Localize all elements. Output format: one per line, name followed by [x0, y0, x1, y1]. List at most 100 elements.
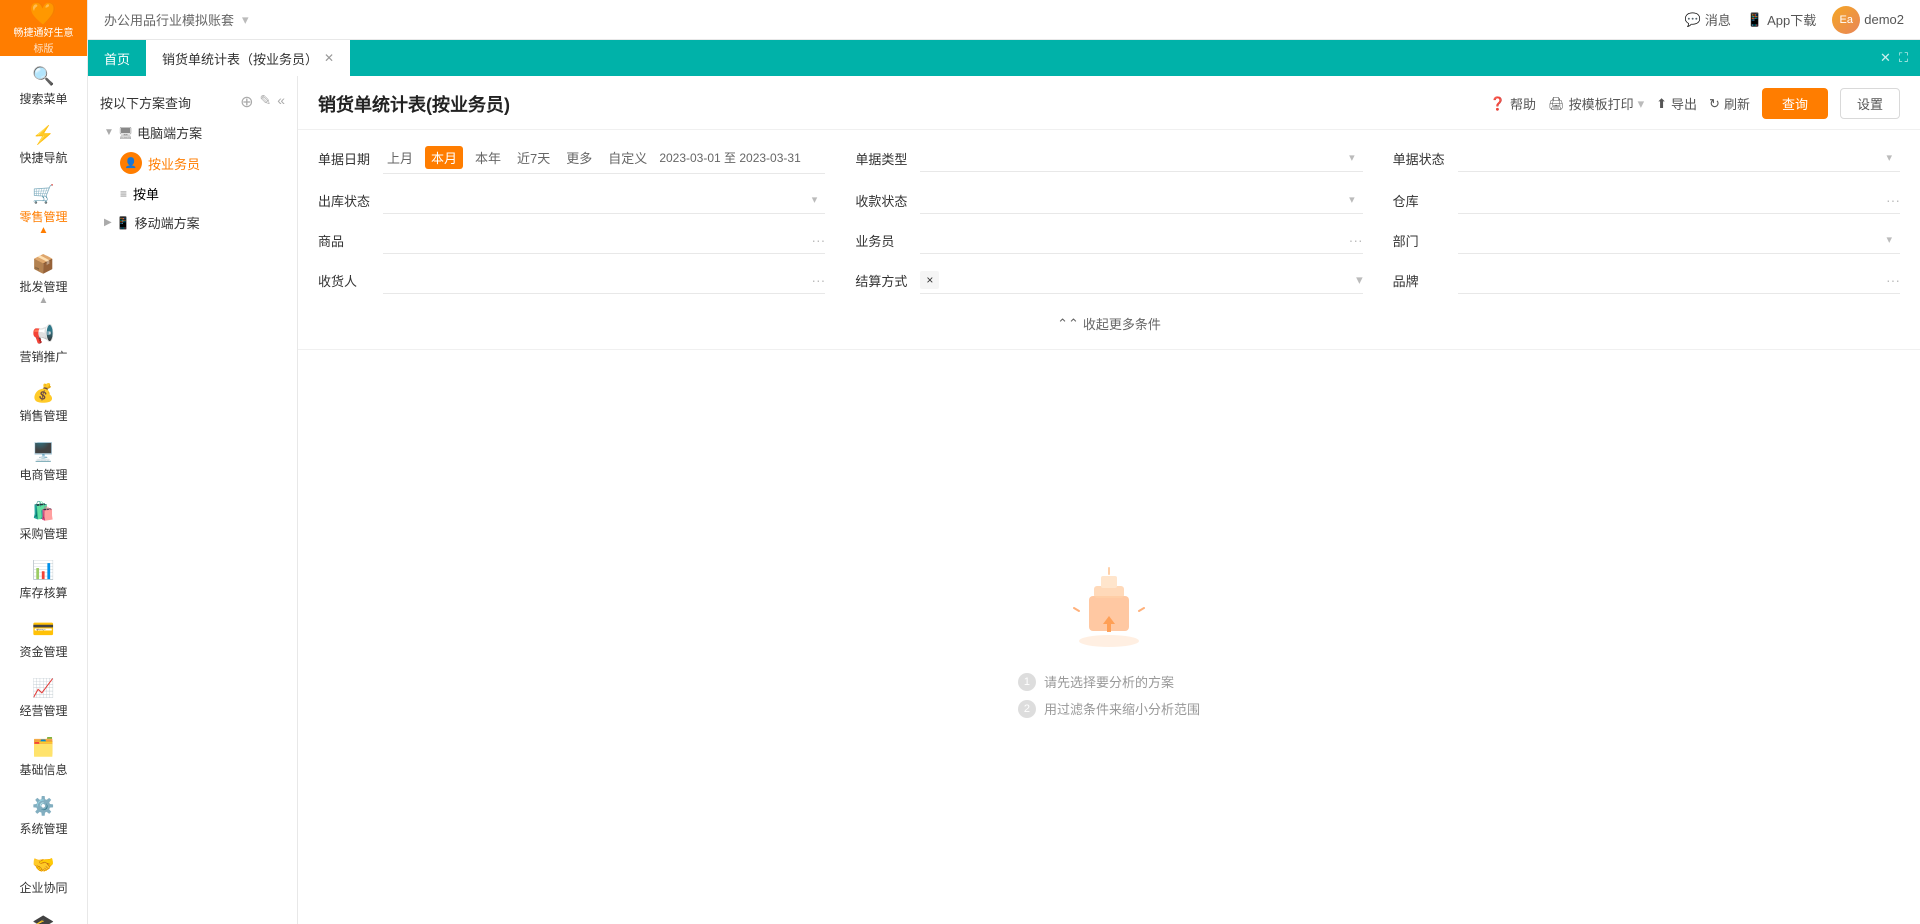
header-left: 办公用品行业模拟账套 ▾: [104, 10, 249, 29]
date-tab-last-month[interactable]: 上月: [383, 146, 417, 169]
export-label: 导出: [1671, 94, 1697, 113]
sidebar-item-marketing-label: 营销推广: [19, 348, 67, 365]
sidebar-item-marketing[interactable]: 📢 营销推广: [0, 314, 87, 373]
refresh-icon: ↻: [1709, 96, 1720, 112]
logo-subtext: 标版: [34, 40, 54, 55]
sidebar-item-purchase-label: 采购管理: [19, 525, 67, 542]
help-btn[interactable]: ❓ 帮助: [1490, 94, 1536, 113]
tab-close-btn[interactable]: ✕: [324, 51, 334, 65]
tree-mobile-section[interactable]: ▶ 📱 移动端方案: [88, 208, 297, 237]
sidebar-item-finance[interactable]: 💳 资金管理: [0, 609, 87, 668]
page-header: 销货单统计表(按业务员) ❓ 帮助 🖨 按模板打印 ▾ ⬆ 导出: [298, 76, 1920, 130]
collapse-filters-btn[interactable]: ⌃⌃ 收起更多条件: [318, 306, 1900, 337]
receiptstatus-control[interactable]: ▾: [920, 186, 1362, 214]
doctype-control[interactable]: ▾: [920, 144, 1362, 172]
sidebar-item-retail[interactable]: 🛒 零售管理 ▲: [0, 174, 87, 244]
sidebar-item-newbie[interactable]: 🎓 新手引导: [0, 904, 87, 924]
date-tab-custom[interactable]: 自定义: [604, 146, 651, 169]
date-tab-more[interactable]: 更多: [562, 146, 596, 169]
app-download-btn[interactable]: 📱 App下载: [1747, 10, 1816, 29]
date-tab-this-month[interactable]: 本月: [425, 146, 463, 169]
tree-pc-section[interactable]: ▼ 🖥 电脑端方案: [88, 118, 297, 147]
sidebar-logo: 🧡 畅捷通好生意 标版: [0, 0, 88, 56]
settings-button[interactable]: 设置: [1840, 88, 1900, 119]
brand-dots[interactable]: ···: [1886, 272, 1900, 288]
date-control: 上月 本月 本年 近7天 更多 自定义 2023-03-01 至 2023-03…: [383, 142, 825, 174]
sidebar-item-collab[interactable]: 🤝 企业协同: [0, 845, 87, 904]
breadcrumb-arrow: ▾: [242, 12, 249, 28]
product-dots[interactable]: ···: [811, 232, 825, 248]
filter-doctype-cell: 单据类型 ▾: [855, 142, 1362, 174]
sidebar-item-search[interactable]: 🔍 搜索菜单: [0, 56, 87, 115]
add-scheme-btn[interactable]: ⊕: [240, 92, 253, 112]
header-right: 💬 消息 📱 App下载 Ea demo2: [1685, 6, 1904, 34]
right-panel: 销货单统计表(按业务员) ❓ 帮助 🖨 按模板打印 ▾ ⬆ 导出: [298, 76, 1920, 924]
tree-child-salesperson[interactable]: 👤 按业务员: [88, 147, 297, 179]
tree-mobile-icon: 📱: [116, 216, 131, 230]
receiver-dots[interactable]: ···: [811, 272, 825, 288]
sidebar-item-quicknav[interactable]: ⚡ 快捷导航: [0, 115, 87, 174]
quicknav-icon: ⚡: [32, 125, 54, 146]
collapse-left-btn[interactable]: «: [277, 92, 285, 112]
payment-tag: ×: [920, 271, 939, 289]
messages-btn[interactable]: 💬 消息: [1685, 10, 1731, 29]
wholesale-icon: 📦: [32, 254, 54, 275]
marketing-icon: 📢: [32, 324, 54, 345]
sidebar-item-system[interactable]: ⚙️ 系统管理: [0, 786, 87, 845]
sidebar-item-wholesale[interactable]: 📦 批发管理 ▲: [0, 244, 87, 314]
date-tab-7days[interactable]: 近7天: [513, 146, 554, 169]
salesperson-dots[interactable]: ···: [1349, 232, 1363, 248]
filter-outstatus-cell: 出库状态 ▾: [318, 186, 825, 214]
export-icon: ⬆: [1656, 96, 1667, 112]
outstatus-select[interactable]: ▾: [383, 193, 825, 206]
filter-receiver-cell: 收货人 ···: [318, 266, 825, 294]
query-button[interactable]: 查询: [1762, 88, 1828, 119]
tree-child-order[interactable]: ≡ 按单: [88, 179, 297, 208]
tab-sales-stats[interactable]: 销货单统计表（按业务员） ✕: [146, 40, 350, 76]
payment-tag-x[interactable]: ×: [926, 273, 933, 287]
filter-row-1: 单据日期 上月 本月 本年 近7天 更多 自定义 2023-03-01 至 20…: [318, 142, 1900, 174]
sidebar-item-ops[interactable]: 📈 经营管理: [0, 668, 87, 727]
tab-close-all-icon[interactable]: ✕: [1880, 50, 1891, 66]
sidebar-item-sales[interactable]: 💰 销售管理: [0, 373, 87, 432]
brand-label: 品牌: [1393, 271, 1458, 290]
dept-select[interactable]: ▾: [1458, 233, 1900, 246]
sidebar-item-purchase[interactable]: 🛍️ 采购管理: [0, 491, 87, 550]
warehouse-dots[interactable]: ···: [1886, 192, 1900, 208]
receiver-label: 收货人: [318, 271, 383, 290]
print-icon: 🖨: [1548, 96, 1565, 112]
tree-mobile-label: 移动端方案: [135, 213, 200, 232]
date-tab-this-year[interactable]: 本年: [471, 146, 505, 169]
content-wrapper: 按以下方案查询 ⊕ ✎ « ▼ 🖥 电脑端方案 👤 按业务员: [88, 76, 1920, 924]
sidebar-item-ecommerce[interactable]: 🖥️ 电商管理: [0, 432, 87, 491]
left-panel-title: 按以下方案查询: [100, 93, 191, 112]
export-btn[interactable]: ⬆ 导出: [1656, 94, 1697, 113]
payment-chevron[interactable]: ▾: [1356, 272, 1363, 288]
docstatus-control[interactable]: ▾: [1458, 144, 1900, 172]
filter-warehouse-cell: 仓库 ···: [1393, 186, 1900, 214]
user-menu[interactable]: Ea demo2: [1832, 6, 1904, 34]
template-print-btn[interactable]: 🖨 按模板打印 ▾: [1548, 94, 1644, 113]
docstatus-select[interactable]: ▾: [1458, 151, 1900, 164]
tab-home[interactable]: 首页: [88, 40, 146, 76]
search-menu-icon: 🔍: [32, 66, 54, 87]
payment-label: 结算方式: [855, 271, 920, 290]
top-header: 办公用品行业模拟账套 ▾ 💬 消息 📱 App下载 Ea demo2: [88, 0, 1920, 40]
sidebar-item-inventory[interactable]: 📊 库存核算: [0, 550, 87, 609]
tab-maximize-icon[interactable]: ⛶: [1899, 50, 1908, 66]
sidebar-item-basic[interactable]: 🗂️ 基础信息: [0, 727, 87, 786]
tree-pc-icon: 🖥: [118, 126, 133, 140]
dept-control[interactable]: ▾: [1458, 226, 1900, 254]
outstatus-control[interactable]: ▾: [383, 186, 825, 214]
edit-scheme-btn[interactable]: ✎: [259, 92, 271, 112]
refresh-label: 刷新: [1724, 94, 1750, 113]
filter-product-cell: 商品 ···: [318, 226, 825, 254]
sidebar-item-sales-label: 销售管理: [19, 407, 67, 424]
refresh-btn[interactable]: ↻ 刷新: [1709, 94, 1750, 113]
tab-sales-stats-label: 销货单统计表（按业务员）: [162, 49, 318, 68]
left-panel-header: 按以下方案查询 ⊕ ✎ «: [88, 86, 297, 118]
page-actions: ❓ 帮助 🖨 按模板打印 ▾ ⬆ 导出 ↻ 刷新: [1490, 88, 1900, 119]
receiptstatus-select[interactable]: ▾: [920, 193, 1362, 206]
logo-icon: 🧡: [30, 1, 57, 27]
doctype-select[interactable]: ▾: [920, 151, 1362, 164]
